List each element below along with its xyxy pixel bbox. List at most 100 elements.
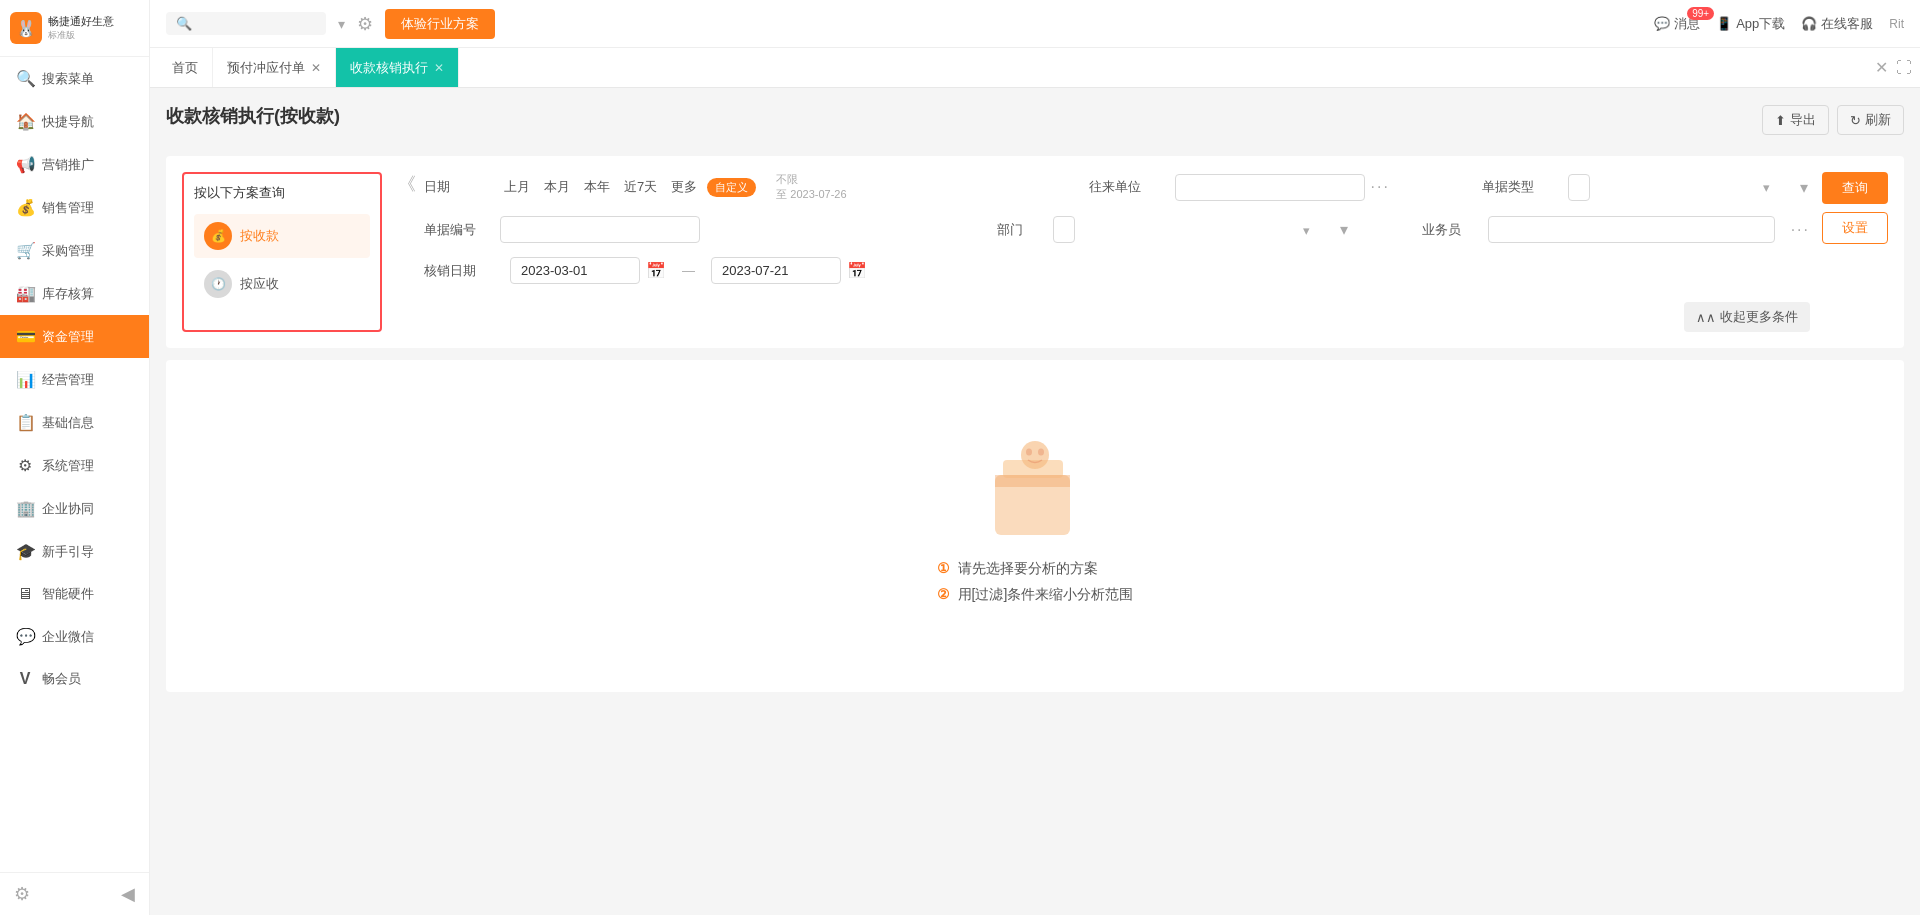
filter-fields: 日期 上月 本月 本年 近7天 更多 自定义 不限 至 2023-07-26 xyxy=(424,172,1810,332)
date-no-limit: 不限 xyxy=(776,172,846,187)
user-name-label: Rit xyxy=(1889,17,1904,31)
voucher-type-more-icon[interactable]: ▾ xyxy=(1800,178,1810,197)
panel-collapse-button[interactable]: 《 xyxy=(398,172,416,196)
sidebar-item-operation[interactable]: 📊 经营管理 xyxy=(0,358,149,401)
sidebar-item-search-menu[interactable]: 🔍 搜索菜单 xyxy=(0,57,149,100)
refresh-button[interactable]: ↻ 刷新 xyxy=(1837,105,1904,135)
filter-date-buttons: 上月 本月 本年 近7天 更多 自定义 xyxy=(500,176,756,198)
tabbar: 首页 预付冲应付单 ✕ 收款核销执行 ✕ ✕ ⛶ xyxy=(150,48,1920,88)
sidebar-item-sales[interactable]: 💰 销售管理 xyxy=(0,186,149,229)
department-dropdown-icon[interactable]: ▾ xyxy=(1340,220,1350,239)
operation-icon: 📊 xyxy=(16,370,34,389)
home-icon: 🏠 xyxy=(16,112,34,131)
sidebar-item-smart-hw[interactable]: 🖥 智能硬件 xyxy=(0,573,149,615)
sidebar-item-cooperation[interactable]: 🏢 企业协同 xyxy=(0,487,149,530)
tab-close-button[interactable]: ✕ xyxy=(1875,58,1888,77)
calendar-end-icon[interactable]: 📅 xyxy=(847,261,867,280)
sidebar-item-system[interactable]: ⚙ 系统管理 xyxy=(0,444,149,487)
voucher-no-input[interactable] xyxy=(500,216,700,243)
offset-date-start-input[interactable] xyxy=(510,257,640,284)
sidebar-item-beginner[interactable]: 🎓 新手引导 xyxy=(0,530,149,573)
date-custom-tag[interactable]: 自定义 xyxy=(707,178,756,197)
query-type-title: 按以下方案查询 xyxy=(194,184,370,202)
sidebar-item-inventory[interactable]: 🏭 库存核算 xyxy=(0,272,149,315)
sidebar-item-vip[interactable]: V 畅会员 xyxy=(0,658,149,700)
sidebar-item-purchase[interactable]: 🛒 采购管理 xyxy=(0,229,149,272)
offset-date-end-input[interactable] xyxy=(711,257,841,284)
page-title: 收款核销执行(按收款) xyxy=(166,104,340,128)
top-actions: ⬆ 导出 ↻ 刷新 xyxy=(1762,105,1904,135)
topbar-gear-icon[interactable]: ⚙ xyxy=(357,13,373,35)
date-btn-this-year[interactable]: 本年 xyxy=(580,176,614,198)
offset-date-start-group: 📅 xyxy=(510,257,666,284)
query-type-by-receivable[interactable]: 🕐 按应收 xyxy=(194,262,370,306)
sidebar-bottom: ⚙ ◀ xyxy=(0,872,149,915)
settings-button[interactable]: 设置 xyxy=(1822,212,1888,244)
counterparty-input[interactable] xyxy=(1175,174,1365,201)
empty-tip-2: ② 用[过滤]条件来缩小分析范围 xyxy=(937,586,1134,604)
voucher-no-label: 单据编号 xyxy=(424,221,484,239)
tab-prepay-conflict[interactable]: 预付冲应付单 ✕ xyxy=(213,48,336,87)
query-type-receipt-label: 按收款 xyxy=(240,227,279,245)
export-button[interactable]: ⬆ 导出 xyxy=(1762,105,1829,135)
query-type-by-receipt[interactable]: 💰 按收款 xyxy=(194,214,370,258)
tab-home[interactable]: 首页 xyxy=(158,48,213,87)
query-type-receivable-label: 按应收 xyxy=(240,275,279,293)
logo-icon: 🐰 xyxy=(10,12,42,44)
offset-date-end-group: 📅 xyxy=(711,257,867,284)
voucher-type-select[interactable] xyxy=(1568,174,1590,201)
tab-receipt-offset[interactable]: 收款核销执行 ✕ xyxy=(336,48,459,87)
collapse-sidebar-icon[interactable]: ◀ xyxy=(121,883,135,905)
search-icon: 🔍 xyxy=(16,69,34,88)
department-select[interactable] xyxy=(1053,216,1075,243)
sidebar-item-basic-info[interactable]: 📋 基础信息 xyxy=(0,401,149,444)
beginner-icon: 🎓 xyxy=(16,542,34,561)
topbar-search[interactable]: 🔍 xyxy=(166,12,326,35)
date-btn-more[interactable]: 更多 xyxy=(667,176,701,198)
industry-solution-button[interactable]: 体验行业方案 xyxy=(385,9,495,39)
tab-receipt-label: 收款核销执行 xyxy=(350,59,428,77)
purchase-icon: 🛒 xyxy=(16,241,34,260)
salesperson-input[interactable] xyxy=(1488,216,1775,243)
tab-close-prepay-icon[interactable]: ✕ xyxy=(311,61,321,75)
online-service-button[interactable]: 🎧 在线客服 xyxy=(1801,15,1873,33)
sidebar-item-label: 营销推广 xyxy=(42,156,94,174)
app-download-button[interactable]: 📱 App下载 xyxy=(1716,15,1785,33)
date-btn-last-month[interactable]: 上月 xyxy=(500,176,534,198)
message-icon: 💬 xyxy=(1654,16,1670,31)
sidebar-item-marketing[interactable]: 📢 营销推广 xyxy=(0,143,149,186)
sidebar-item-label: 经营管理 xyxy=(42,371,94,389)
message-button[interactable]: 💬 消息 99+ xyxy=(1654,15,1700,33)
topbar: 🔍 ▾ ⚙ 体验行业方案 💬 消息 99+ 📱 App下载 🎧 在线客服 Rit xyxy=(150,0,1920,48)
chevron-up-icon: ∧∧ xyxy=(1696,310,1716,325)
tab-fullscreen-button[interactable]: ⛶ xyxy=(1896,59,1912,77)
filter-panel: 按以下方案查询 💰 按收款 🕐 按应收 《 日期 xyxy=(166,156,1904,348)
vip-icon: V xyxy=(16,670,34,688)
sidebar-item-finance[interactable]: 💳 资金管理 xyxy=(0,315,149,358)
tab-close-receipt-icon[interactable]: ✕ xyxy=(434,61,444,75)
wechat-icon: 💬 xyxy=(16,627,34,646)
date-btn-7days[interactable]: 近7天 xyxy=(620,176,661,198)
sidebar-item-label: 基础信息 xyxy=(42,414,94,432)
collapse-more-conditions-button[interactable]: ∧∧ 收起更多条件 xyxy=(1684,302,1810,332)
filter-row-2: 单据编号 部门 ▾ 业务员 ··· xyxy=(424,216,1810,243)
logo-text: 畅捷通好生意 xyxy=(48,14,114,28)
sidebar-item-label: 采购管理 xyxy=(42,242,94,260)
svg-point-4 xyxy=(1026,449,1032,456)
sidebar-item-quick-nav[interactable]: 🏠 快捷导航 xyxy=(0,100,149,143)
query-type-panel: 按以下方案查询 💰 按收款 🕐 按应收 xyxy=(182,172,382,332)
sidebar-item-label: 系统管理 xyxy=(42,457,94,475)
sidebar-item-label: 资金管理 xyxy=(42,328,94,346)
dropdown-arrow-icon[interactable]: ▾ xyxy=(338,16,345,32)
empty-illustration xyxy=(975,440,1095,540)
sidebar-item-wx[interactable]: 💬 企业微信 xyxy=(0,615,149,658)
basic-info-icon: 📋 xyxy=(16,413,34,432)
headset-icon: 🎧 xyxy=(1801,16,1817,31)
salesperson-more-icon[interactable]: ··· xyxy=(1791,221,1810,239)
query-button[interactable]: 查询 xyxy=(1822,172,1888,204)
calendar-start-icon[interactable]: 📅 xyxy=(646,261,666,280)
settings-gear-icon[interactable]: ⚙ xyxy=(14,883,30,905)
date-btn-this-month[interactable]: 本月 xyxy=(540,176,574,198)
counterparty-more-icon[interactable]: ··· xyxy=(1371,178,1390,196)
smart-hw-icon: 🖥 xyxy=(16,585,34,603)
